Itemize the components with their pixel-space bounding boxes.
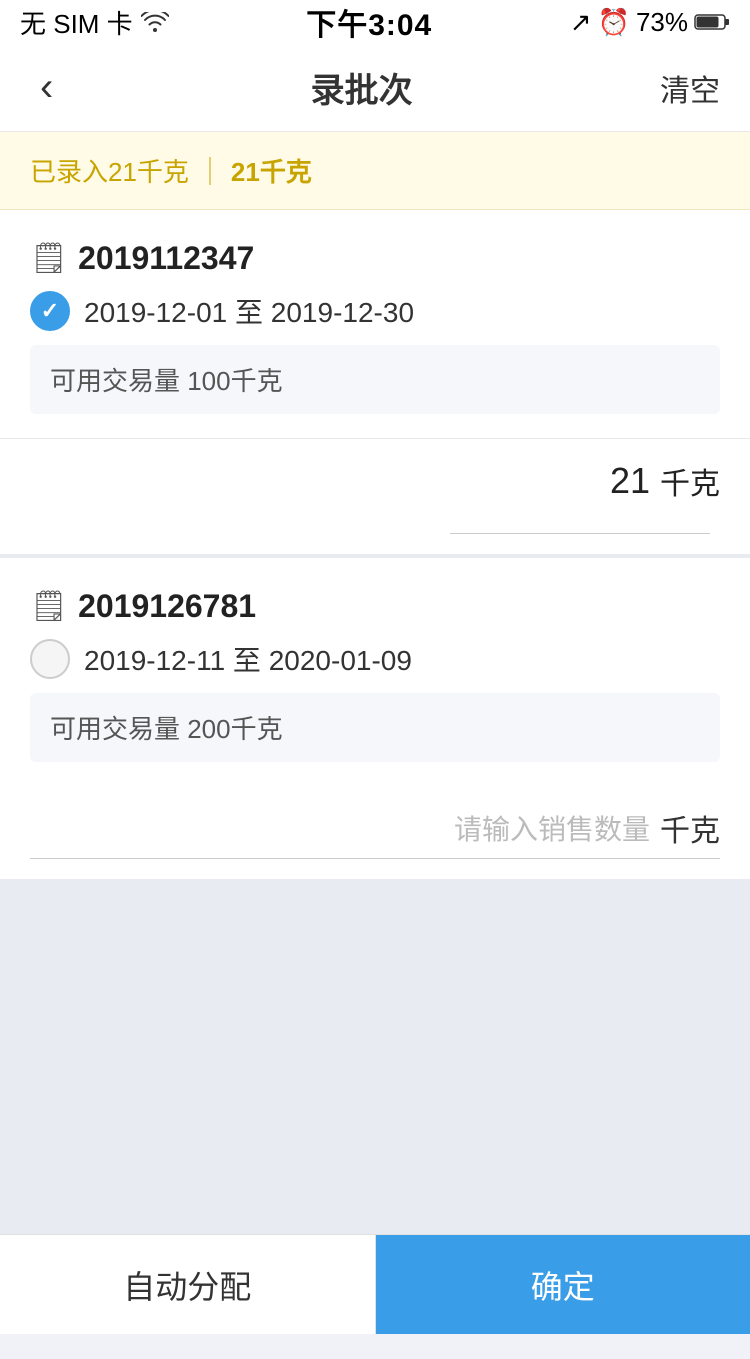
clear-button[interactable]: 清空 xyxy=(660,66,720,110)
back-button[interactable]: ‹ xyxy=(30,55,63,120)
battery-icon xyxy=(694,12,730,32)
batch1-header: 🗒 2019112347 xyxy=(30,240,720,277)
status-left: 无 SIM 卡 xyxy=(20,4,169,41)
batch-item-1: 🗒 2019112347 2019-12-01 至 2019-12-30 可用交… xyxy=(0,210,750,438)
info-divider xyxy=(209,157,211,185)
batch1-radio[interactable] xyxy=(30,291,70,331)
batch1-date: 2019-12-01 至 2019-12-30 xyxy=(84,291,414,331)
batch2-input-row: 请输入销售数量 千克 xyxy=(0,786,750,850)
status-right: ↗ ⏰ 73% xyxy=(570,7,730,38)
page-title: 录批次 xyxy=(311,63,413,112)
location-icon: ↗ xyxy=(570,7,592,38)
info-banner: 已录入21千克 21千克 xyxy=(0,132,750,210)
batch1-row[interactable]: 2019-12-01 至 2019-12-30 xyxy=(30,291,720,331)
batch2-row[interactable]: 2019-12-11 至 2020-01-09 xyxy=(30,639,720,679)
batch2-availability: 可用交易量 200千克 xyxy=(30,693,720,762)
no-sim-text: 无 SIM 卡 xyxy=(20,4,133,41)
status-time: 下午3:04 xyxy=(306,0,432,44)
batch1-quantity-row: 21 千克 xyxy=(0,438,750,523)
batch1-underline-row xyxy=(0,523,750,554)
alarm-icon: ⏰ xyxy=(598,7,630,38)
recorded-label: 已录入21千克 xyxy=(30,152,189,189)
batch2-radio[interactable] xyxy=(30,639,70,679)
batch1-quantity-unit: 千克 xyxy=(660,459,720,503)
confirm-button[interactable]: 确定 xyxy=(376,1235,750,1334)
wifi-icon xyxy=(141,12,169,32)
batch2-underline xyxy=(30,858,720,859)
batch2-icon: 🗒 xyxy=(30,589,68,624)
auto-distribute-button[interactable]: 自动分配 xyxy=(0,1235,376,1334)
nav-bar: ‹ 录批次 清空 xyxy=(0,44,750,132)
batch2-input-placeholder: 请输入销售数量 xyxy=(454,808,650,848)
status-bar: 无 SIM 卡 下午3:04 ↗ ⏰ 73% xyxy=(0,0,750,44)
batch1-availability: 可用交易量 100千克 xyxy=(30,345,720,414)
recorded-amount: 21千克 xyxy=(231,152,312,189)
batch-item-2: 🗒 2019126781 2019-12-11 至 2020-01-09 可用交… xyxy=(0,558,750,786)
battery-percent: 73% xyxy=(636,7,688,38)
batch1-quantity-value: 21 xyxy=(610,460,650,502)
batch2-header: 🗒 2019126781 xyxy=(30,588,720,625)
gray-area xyxy=(0,879,750,1259)
batch1-id: 2019112347 xyxy=(78,240,254,277)
batch1-underline xyxy=(450,533,710,534)
batch2-input-unit: 千克 xyxy=(660,806,720,850)
batch2-underline-row xyxy=(0,850,750,879)
batch2-date: 2019-12-11 至 2020-01-09 xyxy=(84,639,412,679)
batch1-icon: 🗒 xyxy=(30,241,68,276)
bottom-bar: 自动分配 确定 xyxy=(0,1234,750,1334)
batch2-id: 2019126781 xyxy=(78,588,256,625)
